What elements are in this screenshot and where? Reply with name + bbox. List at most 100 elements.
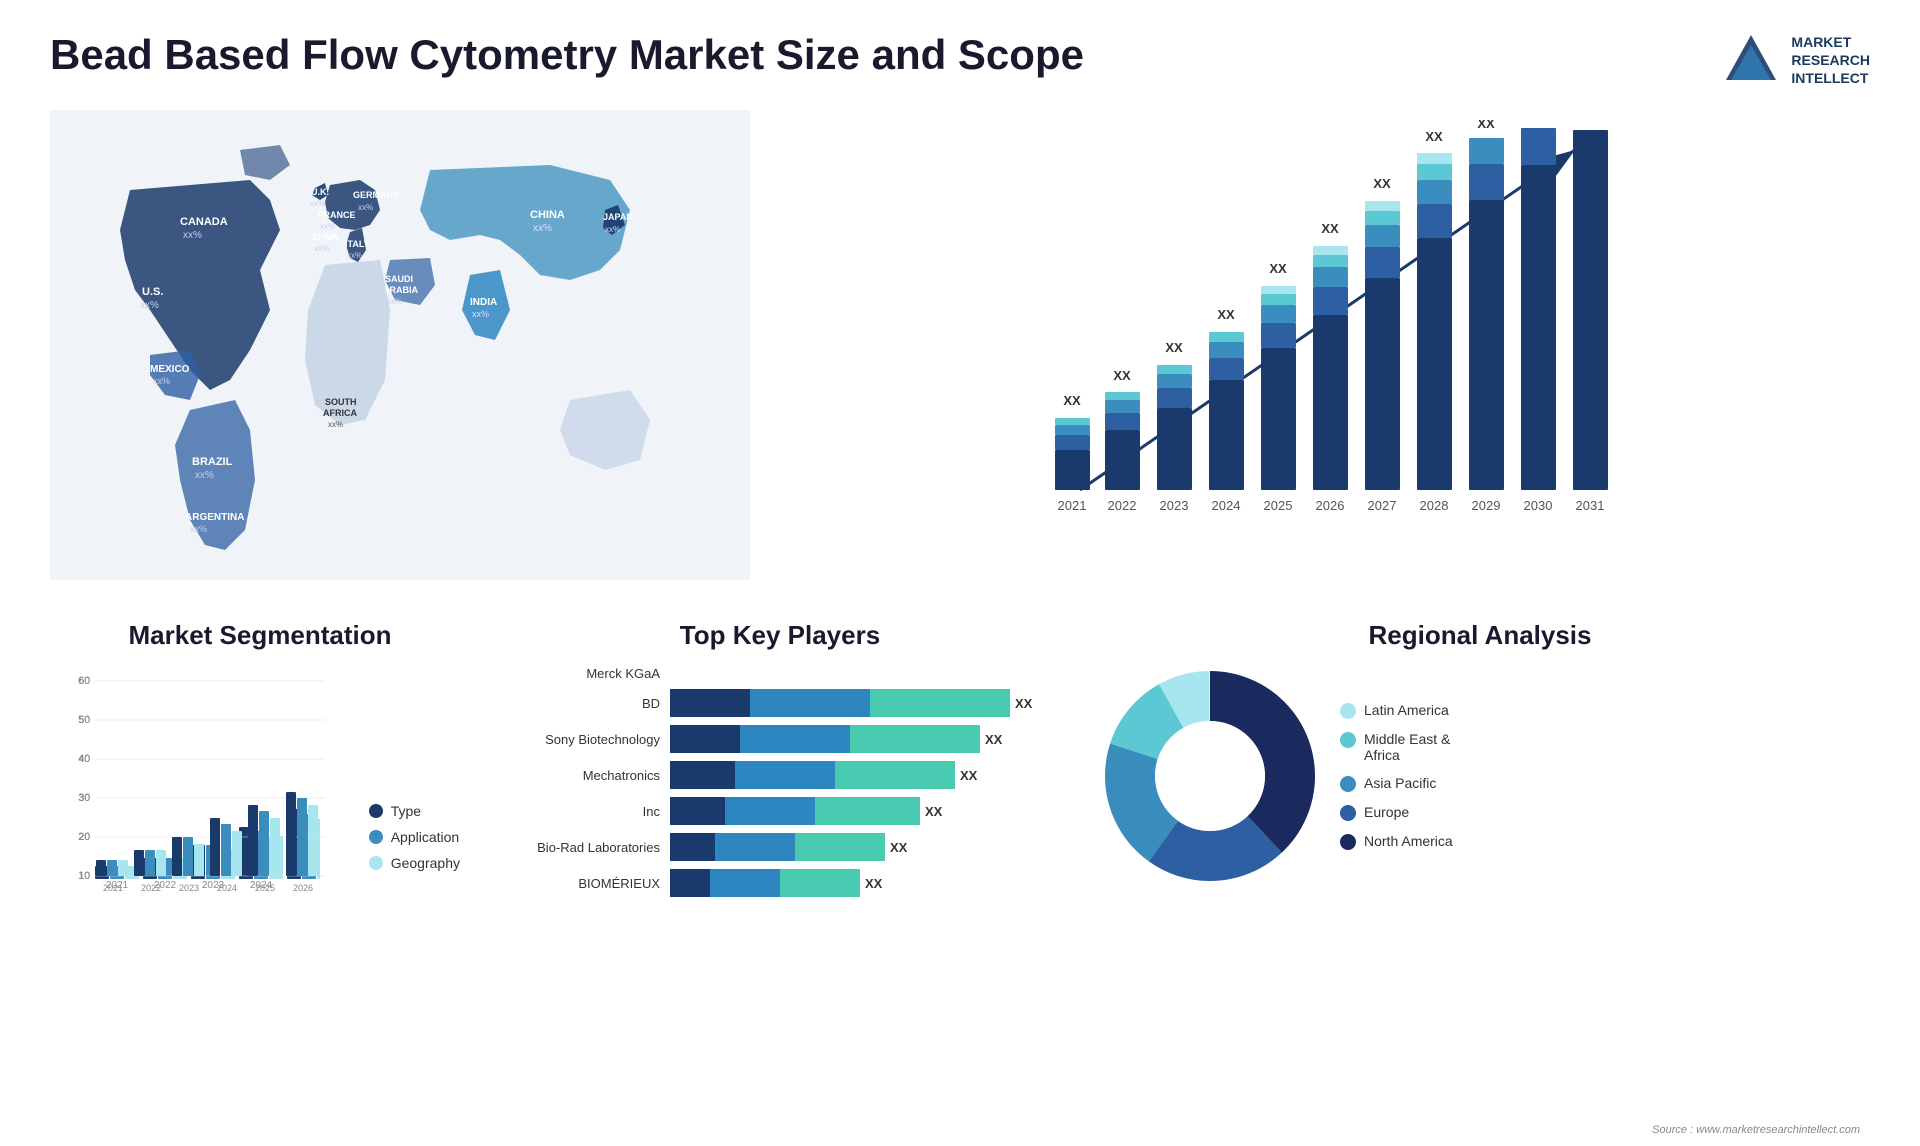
player-name-biomerieux: BIOMÉRIEUX [510, 876, 660, 891]
biomerieux-bar-seg3 [780, 869, 860, 897]
bar-chart-container: XX 2021 XX 2022 XX 2023 [790, 120, 1850, 540]
inc-bar-seg3 [815, 797, 920, 825]
player-row-biorad: Bio-Rad Laboratories XX [510, 833, 1050, 861]
svg-text:xx%: xx% [195, 470, 214, 481]
regional-section: Regional Analysis [1090, 610, 1870, 911]
legend-type: Type [369, 803, 460, 819]
label-latin-america: Latin America [1364, 702, 1449, 718]
svg-text:2027: 2027 [1368, 498, 1397, 513]
svg-text:SAUDI: SAUDI [385, 274, 413, 284]
player-row-inc: Inc XX [510, 797, 1050, 825]
donut-chart [1100, 666, 1320, 886]
svg-text:xx%: xx% [320, 222, 335, 231]
bd-bar-seg3 [870, 689, 1010, 717]
svg-text:INDIA: INDIA [470, 297, 497, 308]
biorad-bar-seg3 [795, 833, 885, 861]
player-name-sony: Sony Biotechnology [510, 732, 660, 747]
biomerieux-bar-seg1 [670, 869, 710, 897]
player-row-merck: Merck KGaA [510, 666, 1050, 681]
svg-text:xx%: xx% [140, 300, 159, 311]
svg-text:xx%: xx% [190, 524, 207, 534]
player-bar-biomerieux: XX [670, 869, 1050, 897]
svg-text:2023: 2023 [179, 883, 199, 893]
svg-text:AFRICA: AFRICA [323, 408, 357, 418]
biomerieux-xx: XX [865, 876, 882, 891]
sony-bar-seg1 [670, 725, 740, 753]
growth-chart: XX 2021 XX 2022 XX 2023 [790, 120, 1850, 540]
biorad-bar-seg2 [715, 833, 795, 861]
svg-text:SOUTH: SOUTH [325, 397, 357, 407]
svg-text:ARGENTINA: ARGENTINA [185, 512, 244, 523]
svg-text:XX: XX [1373, 176, 1391, 191]
player-name-mechatronics: Mechatronics [510, 768, 660, 783]
svg-text:xx%: xx% [328, 420, 343, 429]
svg-text:CANADA: CANADA [180, 216, 228, 228]
svg-text:xx%: xx% [310, 199, 325, 208]
bottom-grid: Market Segmentation 60 50 40 30 20 10 [50, 610, 1870, 911]
legend-north-america: North America [1340, 833, 1453, 850]
legend-label-geography: Geography [391, 855, 460, 871]
biorad-bar-seg1 [670, 833, 715, 861]
source-text: Source : www.marketresearchintellect.com [1652, 1124, 1860, 1136]
biorad-bar [670, 833, 885, 861]
dot-north-america [1340, 834, 1356, 850]
svg-text:2026: 2026 [1316, 498, 1345, 513]
sony-bar-seg3 [850, 725, 980, 753]
segmentation-section: Market Segmentation 60 50 40 30 20 10 [50, 610, 470, 911]
sony-bar-seg2 [740, 725, 850, 753]
sony-bar [670, 725, 980, 753]
bar-chart-section: XX 2021 XX 2022 XX 2023 [770, 110, 1870, 580]
svg-text:SPAIN: SPAIN [312, 232, 339, 242]
segmentation-title: Market Segmentation [60, 620, 460, 651]
svg-text:XX: XX [1321, 221, 1339, 236]
bd-xx: XX [1015, 696, 1032, 711]
svg-text:XX: XX [1063, 393, 1081, 408]
seg-legend: Type Application Geography [369, 803, 460, 871]
legend-label-type: Type [391, 803, 421, 819]
label-europe: Europe [1364, 804, 1409, 820]
svg-text:XX: XX [1529, 120, 1547, 123]
logo-text: MARKETRESEARCHINTELLECT [1791, 33, 1870, 88]
svg-text:xx%: xx% [605, 225, 620, 234]
svg-text:2021: 2021 [1058, 498, 1087, 513]
svg-text:XX: XX [1425, 129, 1443, 144]
biomerieux-bar-seg2 [710, 869, 780, 897]
svg-text:FRANCE: FRANCE [318, 210, 356, 220]
logo-icon [1721, 30, 1781, 90]
biorad-xx: XX [890, 840, 907, 855]
dot-middle-east [1340, 732, 1356, 748]
svg-text:GERMANY: GERMANY [353, 190, 399, 200]
svg-text:JAPAN: JAPAN [603, 212, 633, 222]
label-asia-pacific: Asia Pacific [1364, 775, 1436, 791]
label-middle-east: Middle East &Africa [1364, 731, 1450, 763]
svg-text:U.K.: U.K. [311, 187, 329, 197]
dot-europe [1340, 805, 1356, 821]
svg-text:xx%: xx% [153, 376, 170, 386]
svg-text:2023: 2023 [1160, 498, 1189, 513]
svg-text:2022: 2022 [1108, 498, 1137, 513]
legend-asia-pacific: Asia Pacific [1340, 775, 1453, 792]
player-row-mechatronics: Mechatronics XX [510, 761, 1050, 789]
svg-text:2028: 2028 [1420, 498, 1449, 513]
svg-text:20: 20 [79, 832, 91, 843]
player-bar-biorad: XX [670, 833, 1050, 861]
inc-xx: XX [925, 804, 942, 819]
svg-text:xx%: xx% [472, 309, 489, 319]
regional-legend: Latin America Middle East &Africa Asia P… [1340, 702, 1453, 850]
player-row-sony: Sony Biotechnology XX [510, 725, 1050, 753]
player-name-bd: BD [510, 696, 660, 711]
mech-bar [670, 761, 955, 789]
main-content: CANADA xx% U.S. xx% MEXICO xx% BRAZIL xx… [50, 110, 1870, 911]
sony-xx: XX [985, 732, 1002, 747]
svg-text:2030: 2030 [1524, 498, 1553, 513]
mech-xx: XX [960, 768, 977, 783]
svg-text:2021: 2021 [103, 883, 123, 893]
svg-text:XX: XX [1269, 261, 1287, 276]
svg-text:2025: 2025 [255, 883, 275, 893]
svg-text:XX: XX [1217, 307, 1235, 322]
label-north-america: North America [1364, 833, 1453, 849]
svg-text:XX: XX [1581, 120, 1600, 123]
svg-text:ITALY: ITALY [345, 239, 370, 249]
bd-bar-seg1 [670, 689, 750, 717]
inc-bar-seg1 [670, 797, 725, 825]
